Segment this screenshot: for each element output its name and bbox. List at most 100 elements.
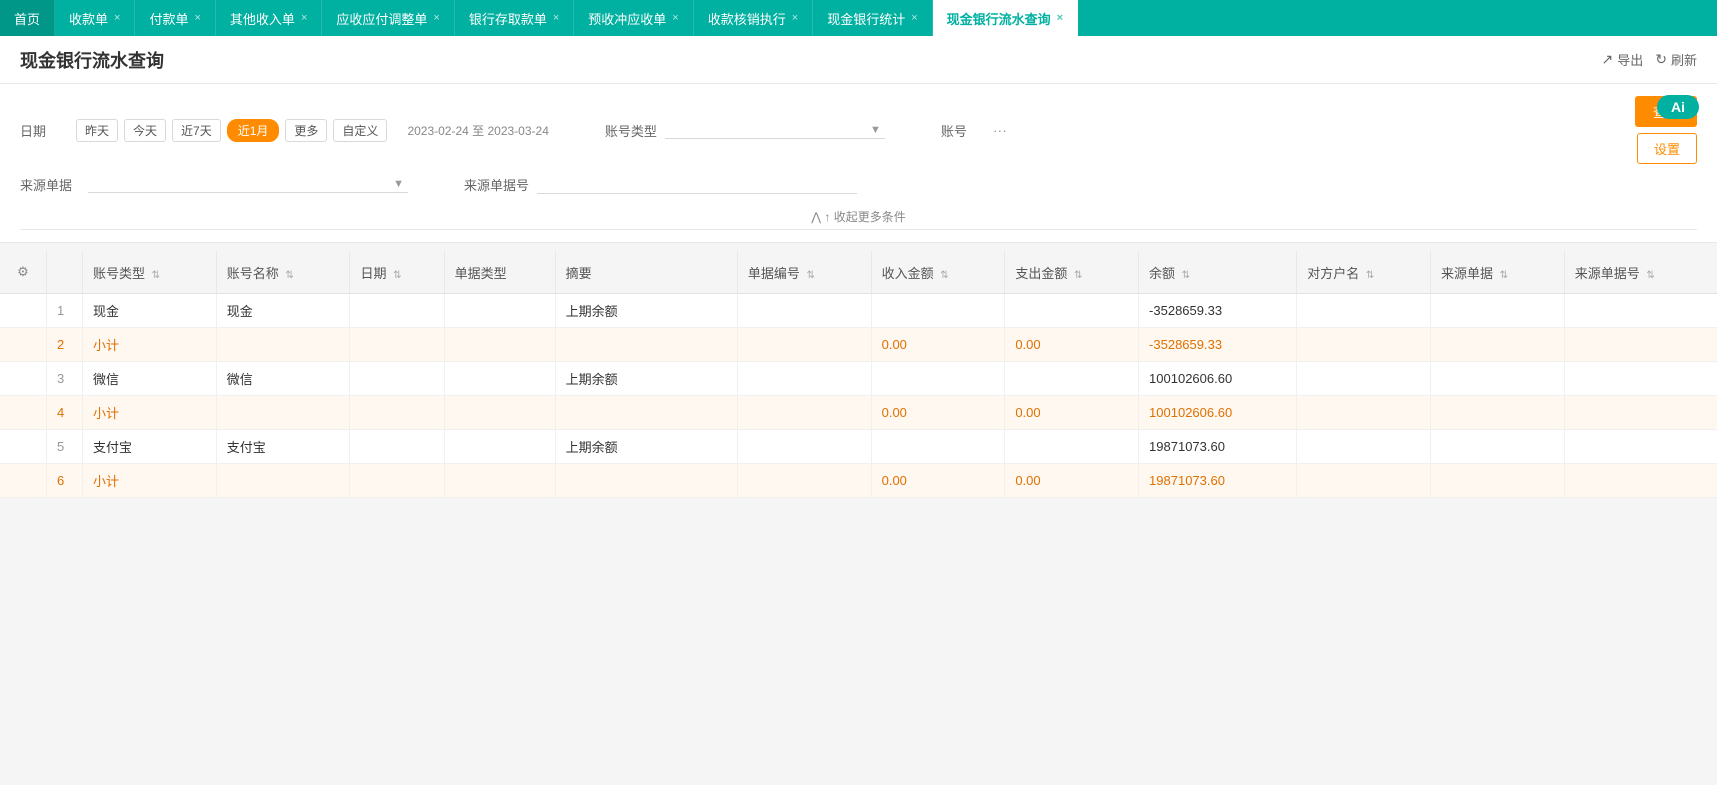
source-doc-select[interactable]: ▼ <box>88 176 408 193</box>
cell-date <box>350 362 444 396</box>
account-label: 账号 <box>941 121 981 140</box>
cell-settings <box>0 328 47 362</box>
date-btn-1month[interactable]: 近1月 <box>227 119 280 142</box>
col-expense[interactable]: 支出金额 ⇅ <box>1005 251 1139 294</box>
cell-balance: 100102606.60 <box>1139 396 1297 430</box>
nav-other-income[interactable]: 其他收入单 × <box>216 0 322 36</box>
cell-doc-type <box>444 396 555 430</box>
nav-prepay-charge-close[interactable]: × <box>672 12 678 24</box>
nav-ar-ap-adjust[interactable]: 应收应付调整单 × <box>322 0 454 36</box>
cell-source-doc-num <box>1564 464 1717 498</box>
col-index <box>47 251 83 294</box>
nav-cash-bank-stat[interactable]: 现金银行统计 × <box>813 0 932 36</box>
cell-settings <box>0 294 47 328</box>
header-actions: ↗ 导出 ↻ 刷新 <box>1602 50 1698 69</box>
table-settings-icon[interactable]: ⚙ <box>10 259 36 285</box>
cell-date <box>350 328 444 362</box>
cell-counterparty <box>1297 396 1431 430</box>
cell-counterparty <box>1297 464 1431 498</box>
collapse-icon: ⋀ <box>811 210 821 224</box>
cell-account-type: 现金 <box>83 294 217 328</box>
cell-index: 2 <box>47 328 83 362</box>
source-doc-num-input[interactable] <box>537 174 857 194</box>
col-balance[interactable]: 余额 ⇅ <box>1139 251 1297 294</box>
cell-account-type: 微信 <box>83 362 217 396</box>
nav-bank-deposit[interactable]: 银行存取款单 × <box>455 0 574 36</box>
table-row[interactable]: 3 微信 微信 上期余额 100102606.60 <box>0 362 1717 396</box>
nav-payment[interactable]: 付款单 × <box>135 0 215 36</box>
date-btn-more[interactable]: 更多 <box>285 119 327 142</box>
cell-index: 6 <box>47 464 83 498</box>
nav-cash-bank-flow[interactable]: 现金银行流水查询 × <box>933 0 1078 36</box>
nav-ar-ap-adjust-close[interactable]: × <box>433 12 439 24</box>
date-btn-yesterday[interactable]: 昨天 <box>76 119 118 142</box>
table-row[interactable]: 2 小计 0.00 0.00 -3528659.33 <box>0 328 1717 362</box>
col-doc-type: 单据类型 <box>444 251 555 294</box>
source-doc-arrow-icon: ▼ <box>393 178 404 190</box>
cell-expense: 0.00 <box>1005 328 1139 362</box>
nav-other-income-close[interactable]: × <box>301 12 307 24</box>
cell-income: 0.00 <box>871 464 1005 498</box>
table-row[interactable]: 4 小计 0.00 0.00 100102606.60 <box>0 396 1717 430</box>
nav-ar-ap-adjust-label: 应收应付调整单 <box>336 9 427 28</box>
date-btn-custom[interactable]: 自定义 <box>333 119 387 142</box>
export-label: 导出 <box>1617 50 1643 69</box>
table-row[interactable]: 1 现金 现金 上期余额 -3528659.33 <box>0 294 1717 328</box>
cell-index: 1 <box>47 294 83 328</box>
nav-cash-bank-stat-label: 现金银行统计 <box>827 9 905 28</box>
col-date[interactable]: 日期 ⇅ <box>350 251 444 294</box>
sort-source-doc-icon: ⇅ <box>1500 270 1508 281</box>
col-settings[interactable]: ⚙ <box>0 251 47 294</box>
table-body: 1 现金 现金 上期余额 -3528659.33 2 小计 0.00 0.00 … <box>0 294 1717 498</box>
cell-doc-number <box>737 464 871 498</box>
col-source-doc-num[interactable]: 来源单据号 ⇅ <box>1564 251 1717 294</box>
cell-expense: 0.00 <box>1005 464 1139 498</box>
cell-account-name: 支付宝 <box>216 430 350 464</box>
nav-receipt-close[interactable]: × <box>114 12 120 24</box>
cell-expense <box>1005 294 1139 328</box>
filter-row-2: 来源单据 ▼ 来源单据号 <box>20 174 1697 194</box>
nav-bank-deposit-label: 银行存取款单 <box>469 9 547 28</box>
settings-button[interactable]: 设置 <box>1637 133 1697 164</box>
export-button[interactable]: ↗ 导出 <box>1602 50 1644 69</box>
col-account-name[interactable]: 账号名称 ⇅ <box>216 251 350 294</box>
nav-payment-close[interactable]: × <box>194 12 200 24</box>
refresh-button[interactable]: ↻ 刷新 <box>1655 50 1697 69</box>
cell-account-name: 微信 <box>216 362 350 396</box>
date-btn-7days[interactable]: 近7天 <box>172 119 221 142</box>
nav-receipt[interactable]: 收款单 × <box>55 0 135 36</box>
page-title: 现金银行流水查询 <box>20 47 164 73</box>
col-income[interactable]: 收入金额 ⇅ <box>871 251 1005 294</box>
cell-doc-number <box>737 362 871 396</box>
cell-balance: -3528659.33 <box>1139 294 1297 328</box>
nav-home[interactable]: 首页 <box>0 0 55 36</box>
table-row[interactable]: 6 小计 0.00 0.00 19871073.60 <box>0 464 1717 498</box>
cell-expense: 0.00 <box>1005 396 1139 430</box>
date-range-display: 2023-02-24 至 2023-03-24 <box>407 122 548 139</box>
account-more-dots[interactable]: ··· <box>993 122 1007 138</box>
account-type-select[interactable]: ▼ <box>665 122 885 139</box>
cell-income <box>871 430 1005 464</box>
table-row[interactable]: 5 支付宝 支付宝 上期余额 19871073.60 <box>0 430 1717 464</box>
cell-summary: 上期余额 <box>555 294 737 328</box>
cell-source-doc <box>1431 430 1565 464</box>
nav-bank-deposit-close[interactable]: × <box>553 12 559 24</box>
date-btn-today[interactable]: 今天 <box>124 119 166 142</box>
account-type-label: 账号类型 <box>605 121 657 140</box>
cell-expense <box>1005 430 1139 464</box>
nav-cash-bank-stat-close[interactable]: × <box>911 12 917 24</box>
col-doc-number[interactable]: 单据编号 ⇅ <box>737 251 871 294</box>
nav-prepay-charge[interactable]: 预收冲应收单 × <box>574 0 693 36</box>
cell-source-doc <box>1431 464 1565 498</box>
collapse-bar[interactable]: ⋀ ↑ 收起更多条件 <box>20 204 1697 230</box>
nav-receipt-verify[interactable]: 收款核销执行 × <box>694 0 813 36</box>
cell-income <box>871 294 1005 328</box>
col-counterparty[interactable]: 对方户名 ⇅ <box>1297 251 1431 294</box>
col-source-doc[interactable]: 来源单据 ⇅ <box>1431 251 1565 294</box>
date-filter-label: 日期 <box>20 121 60 140</box>
col-account-type[interactable]: 账号类型 ⇅ <box>83 251 217 294</box>
ai-badge[interactable]: Ai <box>1657 95 1699 119</box>
nav-cash-bank-flow-close[interactable]: × <box>1057 12 1063 24</box>
nav-receipt-verify-close[interactable]: × <box>792 12 798 24</box>
cell-source-doc <box>1431 396 1565 430</box>
